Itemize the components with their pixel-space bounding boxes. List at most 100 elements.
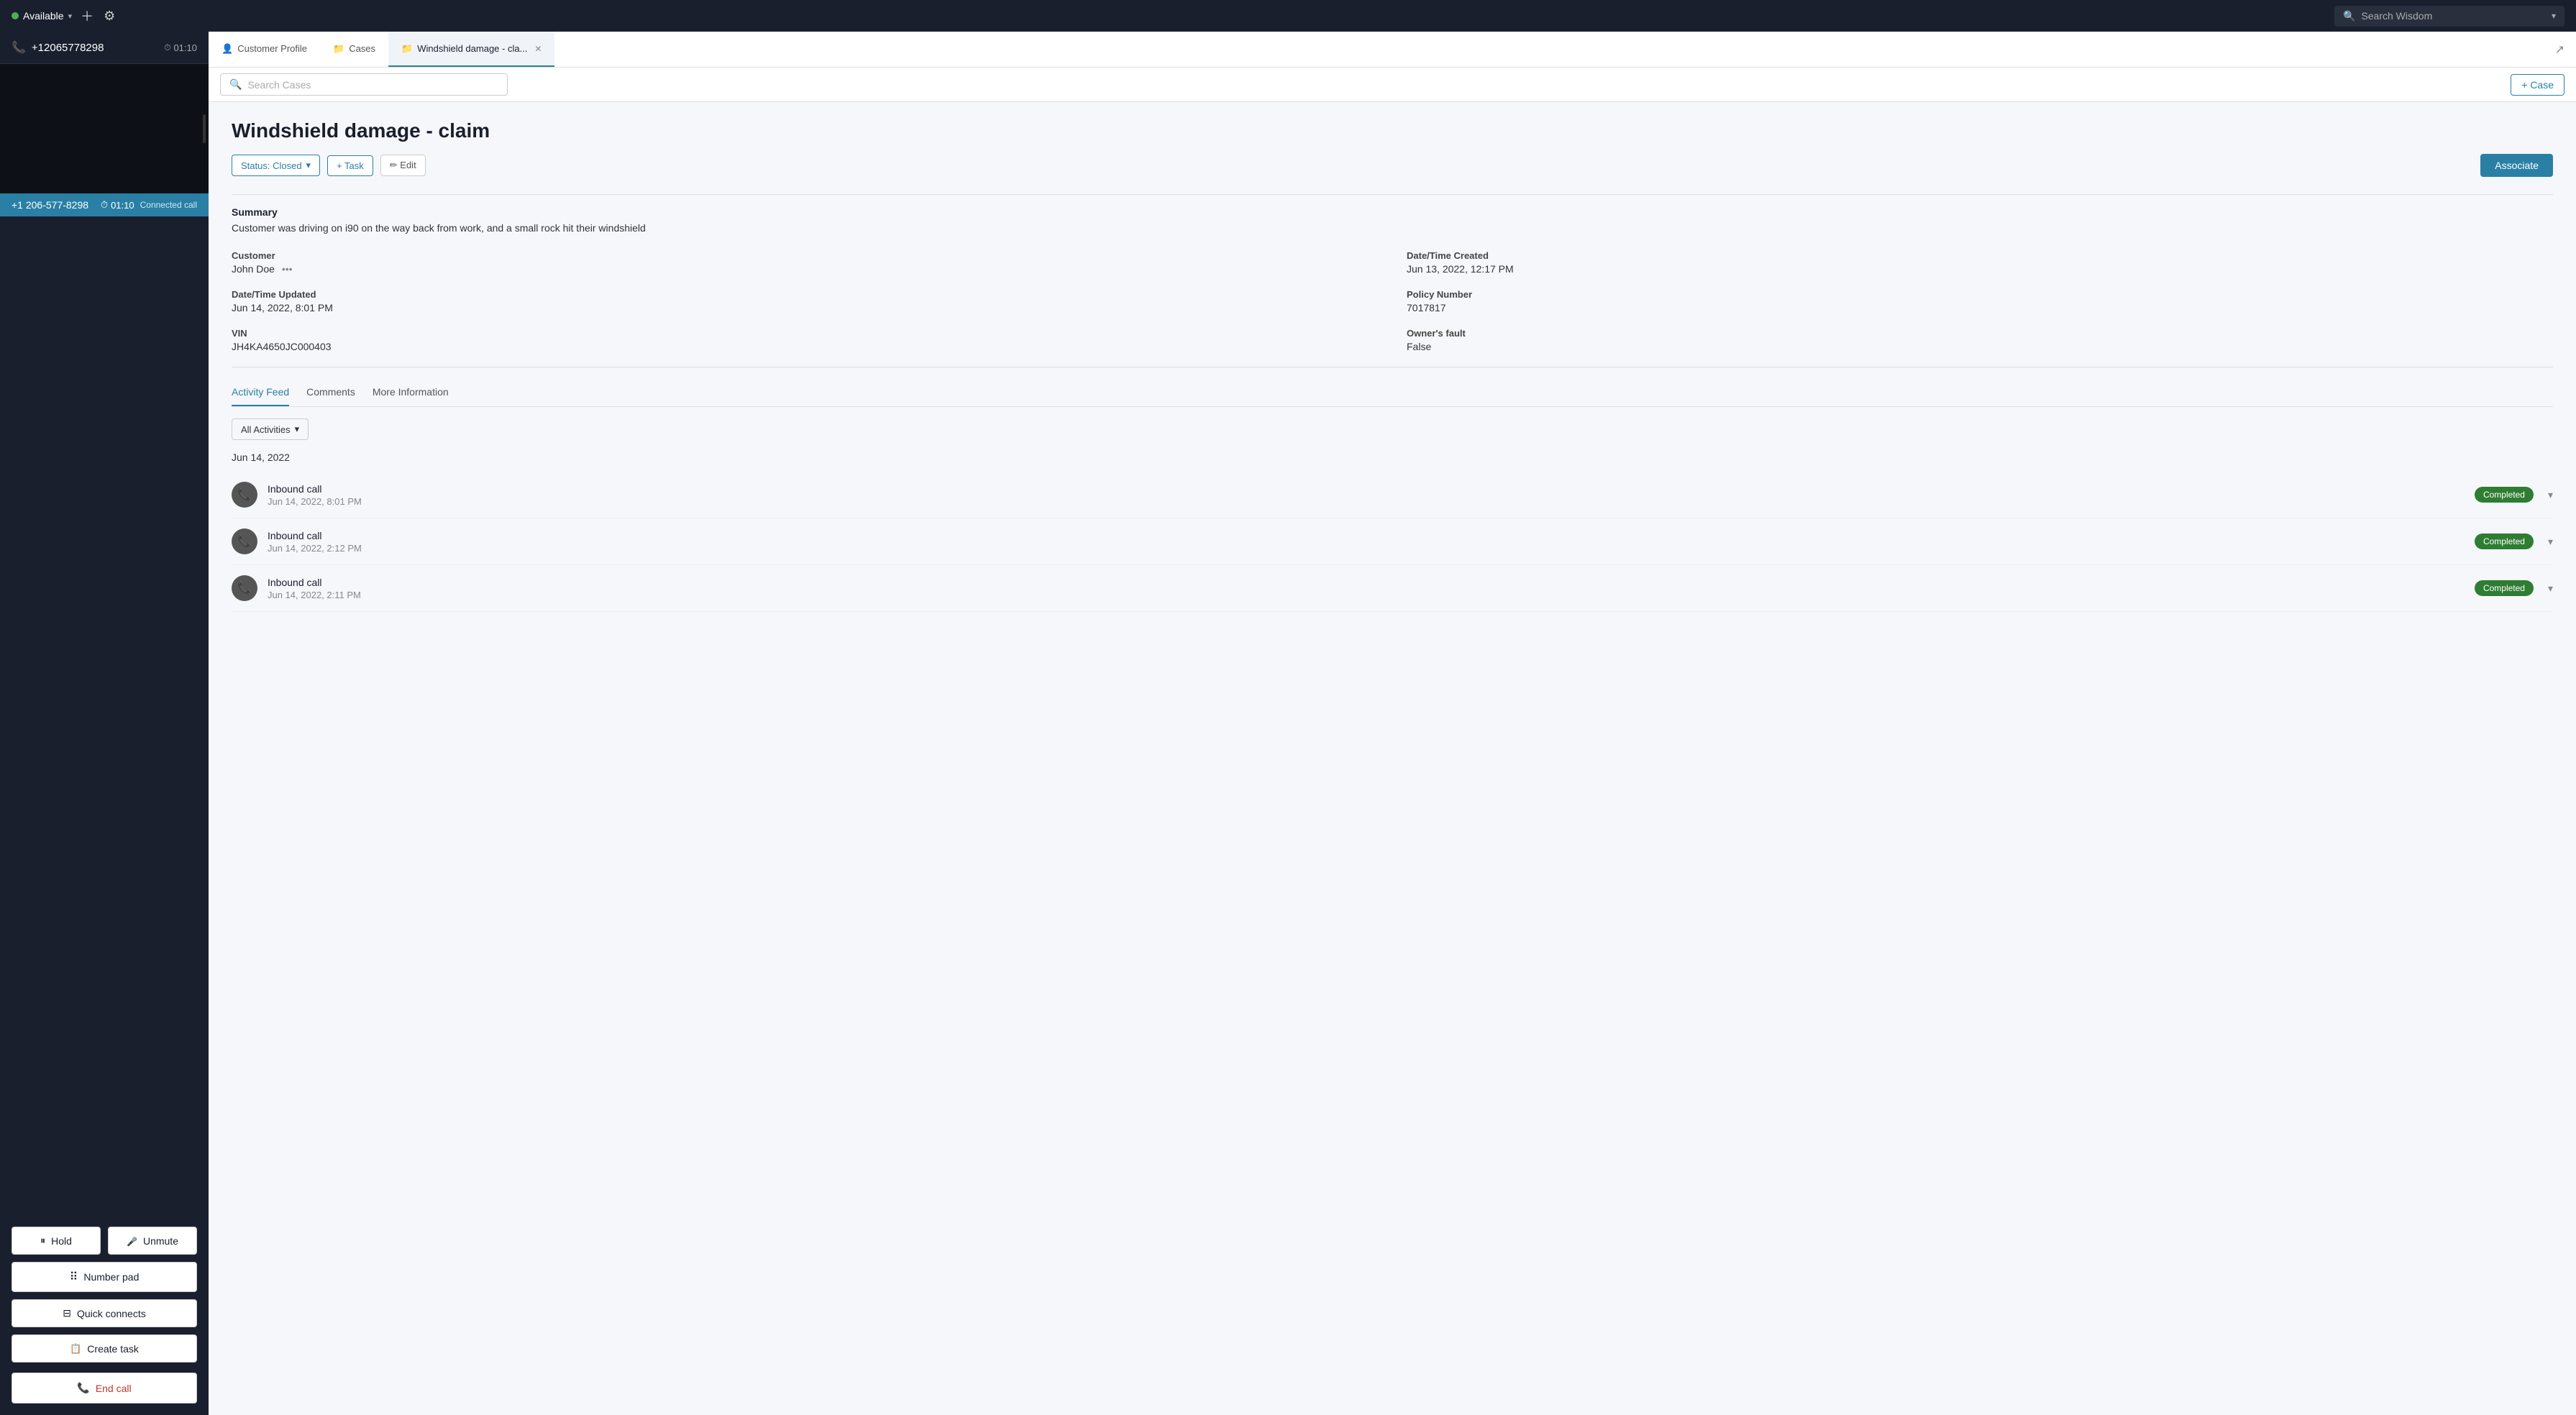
call-timer-2: ⏱ 01:10: [101, 199, 134, 211]
tab-label: Customer Profile: [237, 43, 307, 54]
vin-field: VIN JH4KA4650JC000403: [232, 328, 1378, 352]
customer-field: Customer John Doe •••: [232, 250, 1378, 275]
main-layout: 📞 +12065778298 ⏱ 01:10 +1 206-577-8298 ⏱…: [0, 32, 2576, 1415]
end-call-button[interactable]: End call: [12, 1373, 197, 1403]
all-activities-button[interactable]: All Activities ▾: [232, 418, 309, 440]
case-content: Windshield damage - claim Status: Closed…: [209, 102, 2576, 1415]
tab-customer-profile[interactable]: 👤 Customer Profile: [209, 32, 320, 67]
search-wisdom-placeholder: Search Wisdom: [2361, 10, 2546, 22]
search-cases-input[interactable]: 🔍 Search Cases: [220, 73, 508, 96]
left-panel: 📞 +12065778298 ⏱ 01:10 +1 206-577-8298 ⏱…: [0, 32, 209, 1415]
settings-icon[interactable]: ⚙: [104, 9, 115, 24]
policy-number-value: 7017817: [1407, 302, 2553, 313]
vin-value: JH4KA4650JC000403: [232, 341, 1378, 352]
completed-badge-3: Completed: [2475, 580, 2534, 596]
top-bar: Available ▾ ＋ ⚙ 🔍 Search Wisdom ▾: [0, 0, 2576, 32]
activity-time-3: Jun 14, 2022, 2:11 PM: [268, 590, 2465, 600]
edit-button[interactable]: ✏ Edit: [380, 155, 426, 176]
owners-fault-value: False: [1407, 341, 2553, 352]
activity-title-3: Inbound call: [268, 577, 2465, 588]
quick-connects-button[interactable]: Quick connects: [12, 1299, 197, 1327]
caller-number: +1 206-577-8298: [12, 199, 88, 211]
summary-text: Customer was driving on i90 on the way b…: [232, 221, 2553, 236]
clock-icon: ⏱: [164, 42, 170, 53]
chevron-down-icon: ▾: [68, 12, 73, 21]
unmute-button[interactable]: Unmute: [108, 1227, 197, 1255]
tab-windshield[interactable]: 📁 Windshield damage - cla... ✕: [388, 32, 554, 67]
clock-icon-2: ⏱: [101, 199, 108, 211]
tabs-bar: 👤 Customer Profile 📁 Cases 📁 Windshield …: [209, 32, 2576, 68]
activity-time-2: Jun 14, 2022, 2:12 PM: [268, 543, 2465, 554]
activity-avatar-3: 📞: [232, 575, 257, 601]
create-task-button[interactable]: Create task: [12, 1334, 197, 1363]
date-updated-field: Date/Time Updated Jun 14, 2022, 8:01 PM: [232, 289, 1378, 313]
activity-info-1: Inbound call Jun 14, 2022, 8:01 PM: [268, 483, 2465, 507]
policy-number-label: Policy Number: [1407, 289, 2553, 300]
customer-menu-icon[interactable]: •••: [282, 263, 293, 275]
number-pad-button[interactable]: Number pad: [12, 1262, 197, 1292]
scrollbar: [203, 114, 206, 143]
activity-title-2: Inbound call: [268, 530, 2465, 541]
search-bar-row: 🔍 Search Cases + Case: [209, 68, 2576, 102]
hold-button[interactable]: Hold: [12, 1227, 101, 1255]
search-wisdom-input[interactable]: 🔍 Search Wisdom ▾: [2334, 6, 2564, 27]
case-actions: Status: Closed ▾ + Task ✏ Edit Associate: [232, 154, 2553, 177]
status-indicator[interactable]: Available ▾: [12, 10, 72, 22]
hold-icon: [40, 1235, 45, 1247]
search-icon: 🔍: [229, 78, 242, 91]
date-created-value: Jun 13, 2022, 12:17 PM: [1407, 263, 2553, 275]
chevron-expand-2[interactable]: ▾: [2548, 536, 2553, 548]
activity-avatar-2: 📞: [232, 528, 257, 554]
status-label: Status: Closed: [241, 160, 302, 171]
activity-feed-tab[interactable]: Activity Feed: [232, 379, 289, 406]
end-call-icon: [77, 1382, 89, 1394]
chevron-icon: ▾: [306, 160, 311, 171]
completed-badge-2: Completed: [2475, 534, 2534, 549]
phone-icon: 📞: [12, 40, 26, 55]
search-placeholder: Search Cases: [247, 79, 311, 91]
activity-title-1: Inbound call: [268, 483, 2465, 495]
call-header: 📞 +12065778298 ⏱ 01:10: [0, 32, 209, 64]
divider: [232, 194, 2553, 195]
person-icon: 👤: [221, 43, 233, 55]
search-icon: 🔍: [2343, 10, 2355, 22]
owners-fault-field: Owner's fault False: [1407, 328, 2553, 352]
date-group-label: Jun 14, 2022: [232, 452, 2553, 463]
date-created-field: Date/Time Created Jun 13, 2022, 12:17 PM: [1407, 250, 2553, 275]
right-panel: 👤 Customer Profile 📁 Cases 📁 Windshield …: [209, 32, 2576, 1415]
add-case-button[interactable]: + Case: [2511, 74, 2564, 96]
timer-display: 01:10: [173, 42, 197, 53]
comments-tab[interactable]: Comments: [306, 379, 355, 406]
date-created-label: Date/Time Created: [1407, 250, 2553, 261]
add-icon[interactable]: ＋: [81, 6, 93, 25]
call-phone: 📞 +12065778298: [12, 40, 104, 55]
all-activities-label: All Activities: [241, 424, 291, 435]
customer-label: Customer: [232, 250, 1378, 261]
hold-unmute-row: Hold Unmute: [12, 1227, 197, 1255]
numpad-icon: [70, 1270, 78, 1284]
summary-section: Summary Customer was driving on i90 on t…: [232, 206, 2553, 236]
status-button[interactable]: Status: Closed ▾: [232, 155, 320, 176]
task-button[interactable]: + Task: [327, 155, 373, 176]
tab-label: Windshield damage - cla...: [417, 43, 527, 54]
vin-label: VIN: [232, 328, 1378, 339]
case-title: Windshield damage - claim: [232, 119, 2553, 142]
phone-number: +12065778298: [32, 42, 104, 54]
call-timer: ⏱ 01:10: [164, 42, 197, 53]
activity-item-1: 📞 Inbound call Jun 14, 2022, 8:01 PM Com…: [232, 472, 2553, 518]
associate-button[interactable]: Associate: [2480, 154, 2553, 177]
more-info-tab[interactable]: More Information: [373, 379, 449, 406]
chevron-expand-3[interactable]: ▾: [2548, 582, 2553, 595]
customer-link[interactable]: John Doe: [232, 263, 275, 275]
activity-item-3: 📞 Inbound call Jun 14, 2022, 2:11 PM Com…: [232, 565, 2553, 612]
chevron-expand-1[interactable]: ▾: [2548, 489, 2553, 501]
summary-label: Summary: [232, 206, 2553, 218]
tab-close-icon[interactable]: ✕: [534, 44, 542, 54]
completed-badge-1: Completed: [2475, 487, 2534, 503]
share-icon[interactable]: ↗: [2555, 42, 2576, 57]
call-video-area: [0, 64, 209, 193]
chevron-icon: ▾: [295, 423, 300, 435]
owners-fault-label: Owner's fault: [1407, 328, 2553, 339]
phone-icon-activity: 📞: [237, 487, 252, 502]
tab-cases[interactable]: 📁 Cases: [320, 32, 388, 67]
